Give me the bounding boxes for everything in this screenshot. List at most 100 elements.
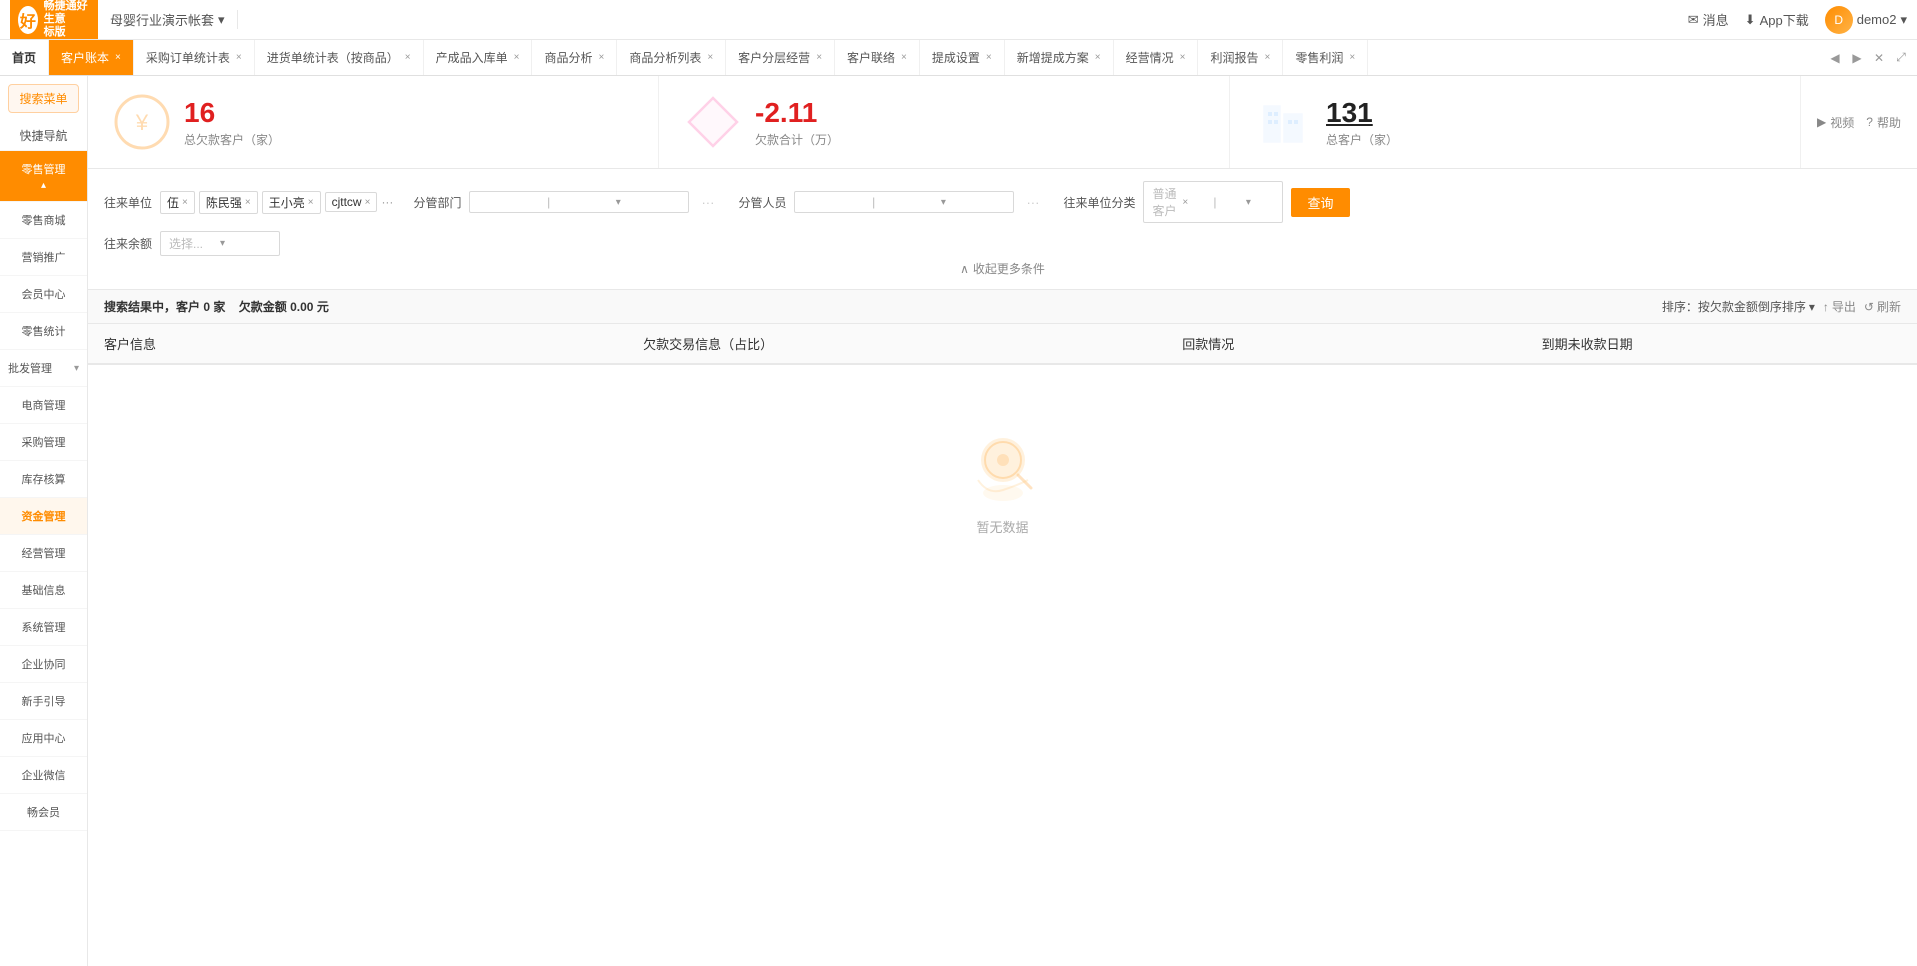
close-tab-retail-profit[interactable]: × [1349,52,1355,63]
collapse-button[interactable]: ∧ 收起更多条件 [104,256,1901,277]
sidebar-quick-nav[interactable]: 快捷导航 [0,121,87,151]
close-tab-product-inbound[interactable]: × [514,52,520,63]
sidebar-search: 搜索菜单 [0,76,87,121]
video-button[interactable]: ▶ 视频 [1817,114,1854,131]
chevron-down-icon: ▾ [218,12,225,28]
sidebar-item-inventory[interactable]: 库存核算 [0,461,87,498]
results-bar: 搜索结果中，客户 0 家 欠款金额 0.00 元 排序：按欠款金额倒序排序 ▾ … [88,290,1917,324]
tab-business-situation[interactable]: 经营情况 × [1114,40,1199,75]
suite-selector[interactable]: 母婴行业演示帐套 ▾ [98,10,238,29]
filter-more-units[interactable]: ··· [381,195,393,209]
avatar: D [1825,6,1853,34]
filter-tag-wu[interactable]: 伍 × [160,191,195,214]
close-tab-purchase-stats-by-product[interactable]: × [405,52,411,63]
tab-purchase-order-stats[interactable]: 采购订单统计表 × [134,40,255,75]
filter-row-2: 往来余额 选择... ▾ [104,231,1901,256]
close-tag-chen[interactable]: × [245,197,251,208]
refresh-button[interactable]: ↺ 刷新 [1864,298,1901,315]
stat-block-debt: -2.11 欠款合计（万） [659,76,1230,168]
table-header: 客户信息 欠款交易信息（占比） 回款情况 到期未收款日期 [88,324,1917,365]
sidebar-item-enterprise-wechat[interactable]: 企业微信 [0,757,87,794]
stat-info-total: 131 总客户（家） [1326,96,1398,149]
tab-profit-report[interactable]: 利润报告 × [1198,40,1283,75]
tab-purchase-stats-by-product[interactable]: 进货单统计表（按商品） × [255,40,424,75]
refresh-icon: ↺ [1864,300,1874,314]
sidebar-item-retail-stats[interactable]: 零售统计 [0,313,87,350]
sidebar-item-finance[interactable]: 资金管理 [0,498,87,535]
help-icon: ? [1866,115,1873,129]
search-menu-button[interactable]: 搜索菜单 [8,84,79,113]
close-tab-profit-report[interactable]: × [1264,52,1270,63]
filter-tag-wang[interactable]: 王小亮 × [262,191,321,214]
tab-retail-profit[interactable]: 零售利润 × [1283,40,1368,75]
stat-block-customers: ¥ 16 总欠款客户（家） [88,76,659,168]
table-container: 客户信息 欠款交易信息（占比） 回款情况 到期未收款日期 [88,324,1917,966]
col-debt-info: 欠款交易信息（占比） [643,334,1182,353]
tab-product-analysis[interactable]: 商品分析 × [532,40,617,75]
tab-customer-layered[interactable]: 客户分层经营 × [726,40,835,75]
close-tag-wang[interactable]: × [308,197,314,208]
sidebar-item-chang-member[interactable]: 畅会员 [0,794,87,831]
svg-text:¥: ¥ [135,110,149,135]
stat-icon-building [1254,92,1314,152]
close-tab-purchase-order-stats[interactable]: × [236,52,242,63]
close-tab-customer-contact[interactable]: × [901,52,907,63]
sidebar-item-marketing[interactable]: 营销推广 [0,239,87,276]
stat-label-total: 总客户（家） [1326,131,1398,148]
help-button[interactable]: ? 帮助 [1866,114,1901,131]
tab-customer-ledger[interactable]: 客户账本 × [49,40,134,75]
chevron-down-icon-user: ▾ [1900,12,1907,28]
sidebar-item-ecommerce[interactable]: 电商管理 [0,387,87,424]
filter-tag-cjttcw[interactable]: cjttcw × [325,192,378,212]
sidebar-item-purchase[interactable]: 采购管理 [0,424,87,461]
tab-home[interactable]: 首页 [0,40,49,75]
app-download-button[interactable]: ⬇ App下载 [1745,10,1809,29]
tab-customer-contact[interactable]: 客户联络 × [835,40,920,75]
dept-input[interactable]: | ▾ [469,191,689,213]
close-unit-class-tag[interactable]: × [1182,197,1209,208]
close-tab-business-situation[interactable]: × [1180,52,1186,63]
close-tab-customer-layered[interactable]: × [816,52,822,63]
balance-input[interactable]: 选择... ▾ [160,231,280,256]
content-area: ¥ 16 总欠款客户（家） -2.11 欠款合计（万） [88,76,1917,966]
sidebar-item-basic-info[interactable]: 基础信息 [0,572,87,609]
close-tab-product-analysis[interactable]: × [598,52,604,63]
close-tag-wu[interactable]: × [182,197,188,208]
filter-tag-chen[interactable]: 陈民强 × [199,191,258,214]
query-button[interactable]: 查询 [1291,188,1349,217]
close-tab-product-analysis-list[interactable]: × [707,52,713,63]
unit-class-input[interactable]: 普通客户 × | ▾ [1143,181,1283,223]
tab-product-analysis-list[interactable]: 商品分析列表 × [617,40,726,75]
messages-button[interactable]: ✉ 消息 [1688,10,1729,29]
sidebar-item-system[interactable]: 系统管理 [0,609,87,646]
sidebar-item-app-center[interactable]: 应用中心 [0,720,87,757]
sidebar-item-operations[interactable]: 经营管理 [0,535,87,572]
nav-expand[interactable]: ⤢ [1891,48,1911,68]
person-input[interactable]: | ▾ [794,191,1014,213]
play-icon: ▶ [1817,115,1826,129]
sidebar-item-member-center[interactable]: 会员中心 [0,276,87,313]
tab-product-inbound[interactable]: 产成品入库单 × [424,40,533,75]
export-button[interactable]: ↑ 导出 [1823,298,1856,315]
tab-commission-settings[interactable]: 提成设置 × [920,40,1005,75]
logo-text: 畅捷通好生意 标版 [44,0,90,39]
nav-next-arrow[interactable]: ▶ [1847,48,1867,68]
sort-button[interactable]: 排序：按欠款金额倒序排序 ▾ [1662,298,1815,315]
sidebar-item-retail-mall[interactable]: 零售商城 [0,202,87,239]
close-tag-cjttcw[interactable]: × [365,197,371,208]
user-menu[interactable]: D demo2 ▾ [1825,6,1907,34]
tab-new-commission-plan[interactable]: 新增提成方案 × [1005,40,1114,75]
nav-tabs: 首页 客户账本 × 采购订单统计表 × 进货单统计表（按商品） × 产成品入库单… [0,40,1917,76]
stat-block-total: 131 总客户（家） [1230,76,1801,168]
nav-close-all[interactable]: ✕ [1869,48,1889,68]
sidebar-item-wholesale[interactable]: 批发管理 ▾ [0,350,87,387]
close-tab-commission-settings[interactable]: × [986,52,992,63]
sidebar-item-new-guide[interactable]: 新手引导 [0,683,87,720]
close-tab-customer-ledger[interactable]: × [115,52,121,63]
nav-prev-arrow[interactable]: ◀ [1825,48,1845,68]
unit-class-tag: 普通客户 × [1152,185,1209,219]
sidebar-item-enterprise-collab[interactable]: 企业协同 [0,646,87,683]
close-tab-new-commission-plan[interactable]: × [1095,52,1101,63]
sidebar-item-retail-management[interactable]: 零售管理 ▴ [0,151,87,202]
stat-value-total[interactable]: 131 [1326,96,1398,130]
